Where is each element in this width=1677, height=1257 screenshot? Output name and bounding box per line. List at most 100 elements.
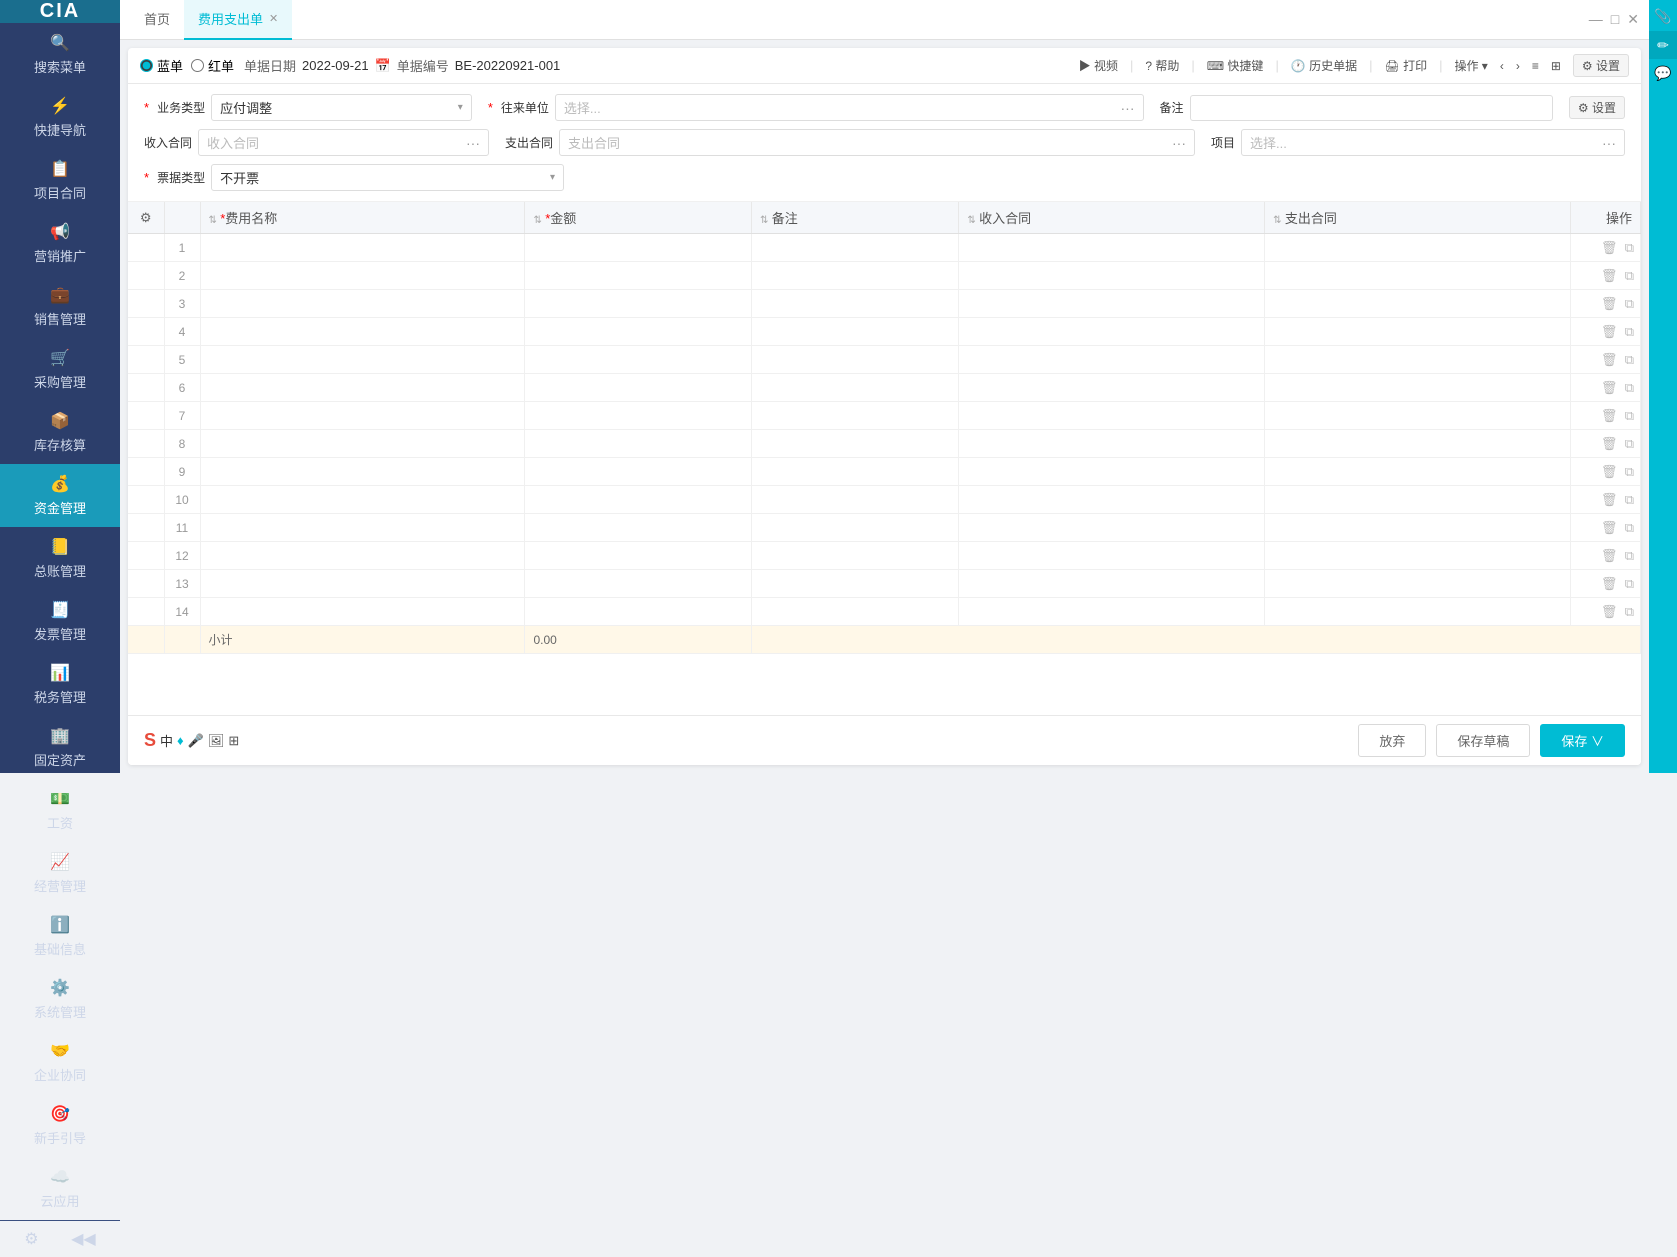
row-copy-icon[interactable]: ⧉ (1625, 380, 1634, 395)
toolbar-help-btn[interactable]: ? 帮助 (1145, 57, 1179, 74)
row-delete-icon[interactable]: 🗑 (1601, 352, 1618, 367)
row-income-contract[interactable] (959, 262, 1265, 290)
row-expense-contract[interactable] (1265, 374, 1571, 402)
row-income-contract[interactable] (959, 346, 1265, 374)
calendar-icon[interactable]: 📅 (375, 58, 391, 74)
row-income-contract[interactable] (959, 374, 1265, 402)
save-draft-button[interactable]: 保存草稿 (1436, 724, 1530, 757)
row-copy-icon[interactable]: ⧉ (1625, 436, 1634, 451)
settings-button[interactable]: ⚙ 设置 (1573, 54, 1629, 77)
row-remark[interactable] (752, 486, 959, 514)
row-amount[interactable] (525, 318, 752, 346)
row-remark[interactable] (752, 290, 959, 318)
row-expense-contract[interactable] (1265, 514, 1571, 542)
settings-icon[interactable]: ⚙ (24, 1229, 38, 1249)
row-delete-icon[interactable]: 🗑 (1601, 380, 1618, 395)
row-copy-icon[interactable]: ⧉ (1625, 408, 1634, 423)
row-income-contract[interactable] (959, 430, 1265, 458)
row-fee-name[interactable] (200, 514, 525, 542)
maximize-icon[interactable]: □ (1611, 11, 1619, 28)
sidebar-item-marketing[interactable]: 📢 营销推广 (0, 212, 120, 275)
row-delete-icon[interactable]: 🗑 (1601, 240, 1618, 255)
sidebar-item-sales[interactable]: 💼 销售管理 (0, 275, 120, 338)
row-amount[interactable] (525, 346, 752, 374)
row-fee-name[interactable] (200, 290, 525, 318)
row-remark[interactable] (752, 346, 959, 374)
remark-input[interactable] (1190, 95, 1553, 121)
row-fee-name[interactable] (200, 570, 525, 598)
row-expense-contract[interactable] (1265, 402, 1571, 430)
row-delete-icon[interactable]: 🗑 (1601, 492, 1618, 507)
row-remark[interactable] (752, 542, 959, 570)
row-amount[interactable] (525, 542, 752, 570)
sidebar-item-tax[interactable]: 📊 税务管理 (0, 653, 120, 716)
row-income-contract[interactable] (959, 318, 1265, 346)
row-amount[interactable] (525, 458, 752, 486)
row-amount[interactable] (525, 262, 752, 290)
row-fee-name[interactable] (200, 598, 525, 626)
sidebar-item-search[interactable]: 🔍 搜索菜单 (0, 23, 120, 86)
row-remark[interactable] (752, 262, 959, 290)
sidebar-item-basic[interactable]: ℹ️ 基础信息 (0, 905, 120, 968)
row-copy-icon[interactable]: ⧉ (1625, 324, 1634, 339)
row-income-contract[interactable] (959, 290, 1265, 318)
row-fee-name[interactable] (200, 402, 525, 430)
row-copy-icon[interactable]: ⧉ (1625, 296, 1634, 311)
sidebar-item-assets[interactable]: 🏢 固定资产 (0, 716, 120, 779)
toolbar-nav-next[interactable]: › (1516, 59, 1520, 73)
tab-close-icon[interactable]: ✕ (269, 12, 278, 25)
row-remark[interactable] (752, 570, 959, 598)
row-delete-icon[interactable]: 🗑 (1601, 464, 1618, 479)
row-copy-icon[interactable]: ⧉ (1625, 604, 1634, 619)
col-settings[interactable]: ⚙ (128, 202, 164, 234)
row-fee-name[interactable] (200, 430, 525, 458)
row-expense-contract[interactable] (1265, 458, 1571, 486)
audio-icon[interactable]: ◀◀ (71, 1229, 96, 1249)
row-fee-name[interactable] (200, 318, 525, 346)
row-expense-contract[interactable] (1265, 318, 1571, 346)
row-remark[interactable] (752, 458, 959, 486)
row-remark[interactable] (752, 598, 959, 626)
row-delete-icon[interactable]: 🗑 (1601, 324, 1618, 339)
row-copy-icon[interactable]: ⧉ (1625, 548, 1634, 563)
row-remark[interactable] (752, 430, 959, 458)
row-expense-contract[interactable] (1265, 234, 1571, 262)
row-amount[interactable] (525, 486, 752, 514)
row-remark[interactable] (752, 374, 959, 402)
sidebar-item-ops[interactable]: 📈 经营管理 (0, 842, 120, 905)
right-panel-attach-icon[interactable]: 📎 (1650, 4, 1675, 29)
toolbar-view-grid[interactable]: ⊞ (1551, 59, 1561, 73)
business-type-input[interactable]: 应付调整 ▾ (211, 94, 472, 121)
row-fee-name[interactable] (200, 486, 525, 514)
radio-red-input[interactable] (191, 59, 204, 72)
row-remark[interactable] (752, 318, 959, 346)
row-copy-icon[interactable]: ⧉ (1625, 492, 1634, 507)
row-amount[interactable] (525, 430, 752, 458)
toolbar-print-btn[interactable]: 🖨 打印 (1385, 57, 1428, 74)
row-delete-icon[interactable]: 🗑 (1601, 296, 1618, 311)
row-amount[interactable] (525, 402, 752, 430)
sidebar-item-project[interactable]: 📋 项目合同 (0, 149, 120, 212)
tab-home[interactable]: 首页 (130, 0, 184, 40)
row-expense-contract[interactable] (1265, 570, 1571, 598)
discard-button[interactable]: 放弃 (1358, 724, 1426, 757)
row-income-contract[interactable] (959, 234, 1265, 262)
row-income-contract[interactable] (959, 514, 1265, 542)
row-income-contract[interactable] (959, 458, 1265, 486)
sidebar-item-inventory[interactable]: 📦 库存核算 (0, 401, 120, 464)
col-income-contract[interactable]: ⇅ 收入合同 (959, 202, 1265, 234)
sidebar-item-salary[interactable]: 💵 工资 (0, 779, 120, 842)
row-delete-icon[interactable]: 🗑 (1601, 604, 1618, 619)
invoice-type-input[interactable]: 不开票 ▾ (211, 164, 564, 191)
row-income-contract[interactable] (959, 402, 1265, 430)
row-remark[interactable] (752, 234, 959, 262)
row-income-contract[interactable] (959, 542, 1265, 570)
row-amount[interactable] (525, 374, 752, 402)
row-copy-icon[interactable]: ⧉ (1625, 464, 1634, 479)
row-expense-contract[interactable] (1265, 486, 1571, 514)
toolbar-video-btn[interactable]: ▶ 视频 (1079, 57, 1118, 74)
date-value[interactable]: 2022-09-21 (302, 58, 369, 73)
right-panel-edit-icon[interactable]: ✏ (1649, 31, 1677, 59)
row-income-contract[interactable] (959, 570, 1265, 598)
row-copy-icon[interactable]: ⧉ (1625, 520, 1634, 535)
